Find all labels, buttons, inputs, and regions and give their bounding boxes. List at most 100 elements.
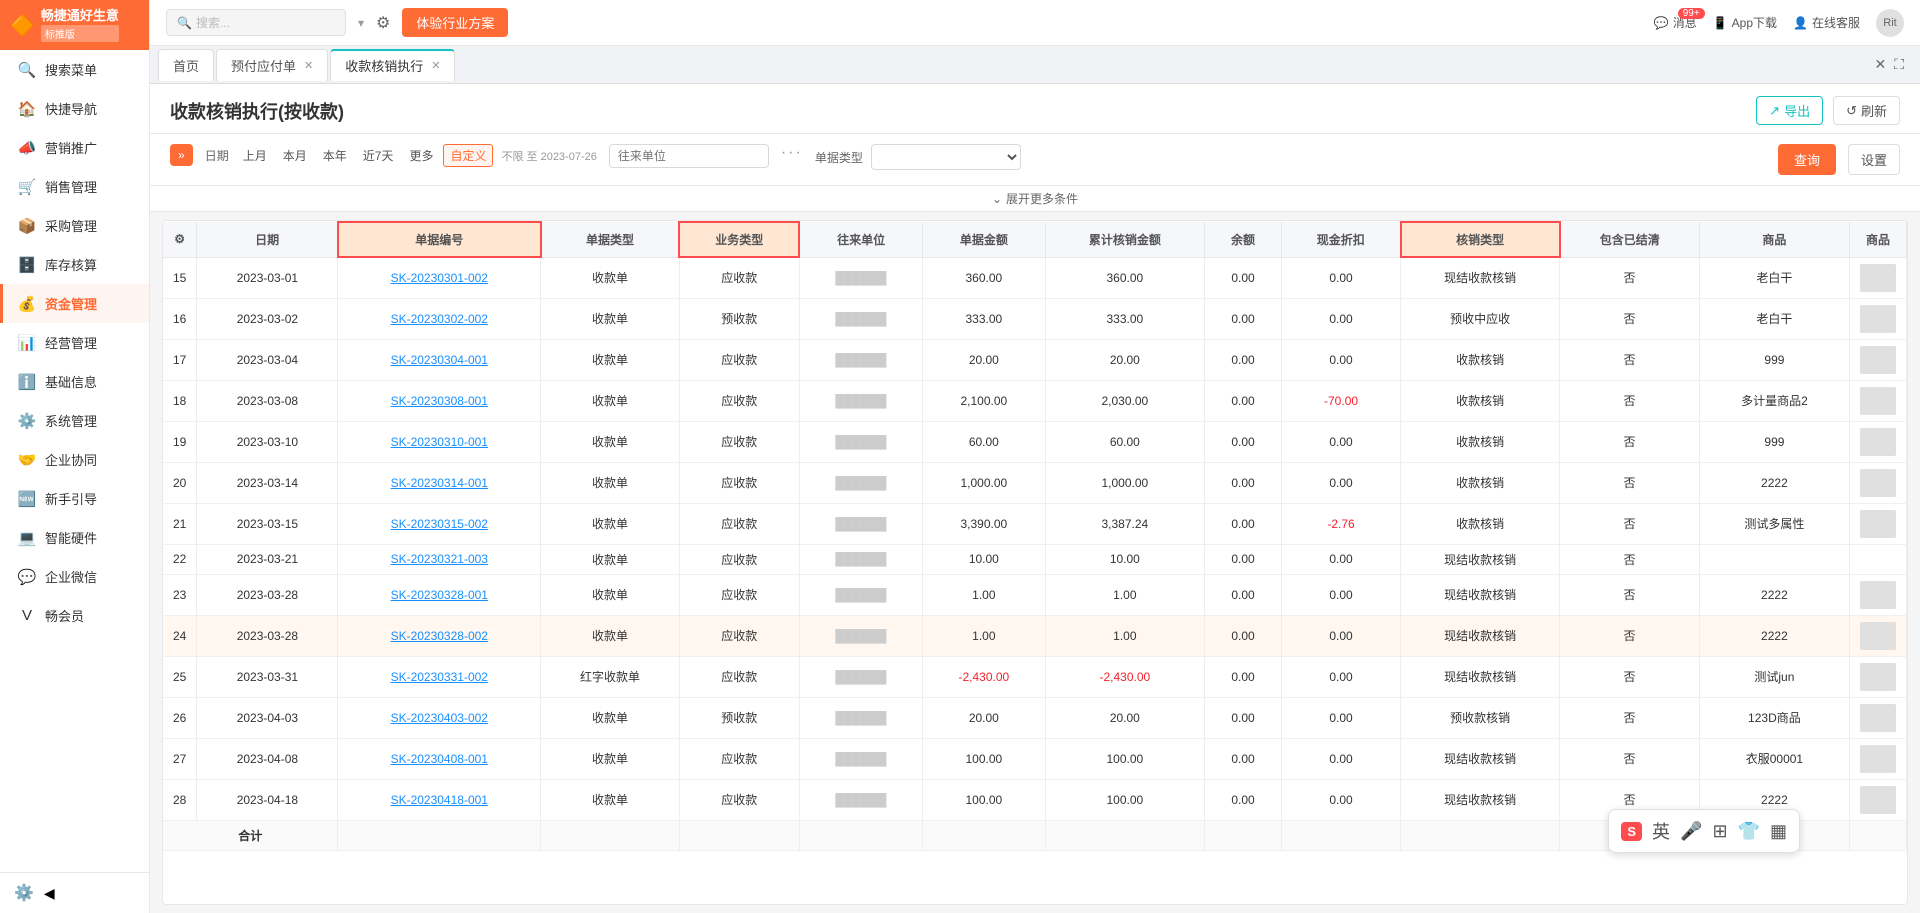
sidebar-item-wechat[interactable]: 💬企业微信 [0,557,149,596]
cell-bill-type: 收款单 [541,462,680,503]
date-btn-7days[interactable]: 近7天 [357,145,400,166]
sidebar-item-basic[interactable]: ℹ️基础信息 [0,362,149,401]
hardware-icon: 💻 [17,529,37,547]
tab-home[interactable]: 首页 [158,49,214,81]
cell-goods: 2222 [1699,462,1849,503]
bill-type-select[interactable] [871,144,1021,170]
sidebar-label-operations: 经营管理 [45,333,97,352]
sidebar-item-inventory[interactable]: 🗄️库存核算 [0,245,149,284]
sidebar-item-member[interactable]: V畅会员 [0,596,149,635]
cell-writeoff-type: 现结收款核销 [1401,257,1560,298]
sidebar-item-search[interactable]: 🔍搜索菜单 [0,50,149,89]
cell-bill-type: 收款单 [541,421,680,462]
date-btn-more[interactable]: 更多 [403,145,439,166]
tab-close-prepay[interactable]: ✕ [304,59,313,72]
cell-include-settled: 否 [1560,503,1700,544]
cell-biz-type: 应收款 [679,380,799,421]
cell-biz-type: 应收款 [679,462,799,503]
floating-icon-text[interactable]: 英 [1652,818,1670,844]
online-support-button[interactable]: 👤 在线客服 [1793,14,1860,31]
collapse-icon[interactable]: ◀ [44,885,55,902]
search-placeholder: 搜索... [196,14,230,31]
topbar-gear-icon[interactable]: ⚙ [376,13,390,33]
date-btn-last-month[interactable]: 上月 [237,145,273,166]
cell-goods2 [1850,380,1907,421]
cell-include-settled: 否 [1560,257,1700,298]
cell-writeoff-type: 现结收款核销 [1401,574,1560,615]
topbar-icons: 💬 消息 99+ 📱 App下载 👤 在线客服 Rit [1654,9,1904,37]
settings-button[interactable]: 设置 [1848,144,1900,175]
member-icon: V [17,607,37,624]
footer-balance [1204,820,1281,850]
footer-counterparty [799,820,922,850]
counterparty-input[interactable] [609,144,769,168]
cell-balance: 0.00 [1204,421,1281,462]
date-btn-custom[interactable]: 自定义 [443,144,493,167]
cell-writeoff-type: 收款核销 [1401,421,1560,462]
floating-icon-shirt[interactable]: 👕 [1738,821,1760,842]
message-button[interactable]: 💬 消息 99+ [1654,14,1697,31]
sidebar-item-guide[interactable]: 🆕新手引导 [0,479,149,518]
filter-toggle-button[interactable]: » [170,144,193,166]
sidebar-item-quicknav[interactable]: 🏠快捷导航 [0,89,149,128]
cell-writeoff-amount: 60.00 [1045,421,1204,462]
sidebar-item-operations[interactable]: 📊经营管理 [0,323,149,362]
user-avatar[interactable]: Rit [1876,9,1904,37]
sidebar-item-system[interactable]: ⚙️系统管理 [0,401,149,440]
cell-writeoff-type: 现结收款核销 [1401,779,1560,820]
cell-goods: 老白干 [1699,257,1849,298]
cell-no: 16 [163,298,197,339]
sidebar-item-sales[interactable]: 🛒销售管理 [0,167,149,206]
refresh-button[interactable]: ↺ 刷新 [1833,96,1900,125]
sidebar-item-collab[interactable]: 🤝企业协同 [0,440,149,479]
cell-include-settled: 否 [1560,544,1700,574]
settings-icon[interactable]: ⚙️ [14,883,34,903]
app-download-button[interactable]: 📱 App下载 [1713,14,1777,31]
date-btn-this-month[interactable]: 本月 [277,145,313,166]
table-wrapper[interactable]: ⚙ 日期 单据编号 单据类型 业务类型 往来单位 单据金额 累计核销金额 余额 … [162,220,1908,905]
sidebar-item-marketing[interactable]: 📣营销推广 [0,128,149,167]
cell-amount: 20.00 [922,339,1045,380]
solution-button[interactable]: 体验行业方案 [402,8,508,37]
sidebar-item-hardware[interactable]: 💻智能硬件 [0,518,149,557]
tab-collect-writeoff[interactable]: 收款核销执行✕ [330,49,455,81]
query-button[interactable]: 查询 [1778,144,1836,175]
cell-bill-type: 收款单 [541,257,680,298]
expand-window-icon[interactable]: ⛶ [1894,56,1904,73]
sidebar-item-finance[interactable]: 💰资金管理 [0,284,149,323]
floating-icon-mic[interactable]: 🎤 [1680,821,1702,842]
cell-counterparty: ██████ [799,697,922,738]
cell-cash-discount: 0.00 [1282,421,1401,462]
quicknav-icon: 🏠 [17,100,37,118]
tab-prepay[interactable]: 预付应付单✕ [216,49,328,81]
cell-amount: 3,390.00 [922,503,1045,544]
cell-counterparty: ██████ [799,421,922,462]
table-row: 27 2023-04-08 SK-20230408-001 收款单 应收款 ██… [163,738,1907,779]
table-row: 22 2023-03-21 SK-20230321-003 收款单 应收款 ██… [163,544,1907,574]
cell-goods2 [1850,421,1907,462]
sidebar-item-purchase[interactable]: 📦采购管理 [0,206,149,245]
cell-goods2 [1850,656,1907,697]
date-btn-this-year[interactable]: 本年 [317,145,353,166]
expand-more-button[interactable]: ⌄ 展开更多条件 [992,190,1078,207]
tab-close-collect-writeoff[interactable]: ✕ [431,59,440,72]
cell-biz-type: 应收款 [679,544,799,574]
export-button[interactable]: ↗ 导出 [1756,96,1823,125]
cell-writeoff-type: 收款核销 [1401,380,1560,421]
floating-icon-apps[interactable]: ▦ [1770,821,1787,842]
cell-counterparty: ██████ [799,574,922,615]
cell-biz-type: 预收款 [679,298,799,339]
cell-counterparty: ██████ [799,779,922,820]
cell-writeoff-type: 现结收款核销 [1401,615,1560,656]
tab-window-controls: ✕ ⛶ [1866,56,1912,73]
cell-counterparty: ██████ [799,503,922,544]
th-gear[interactable]: ⚙ [163,222,197,257]
close-window-icon[interactable]: ✕ [1874,56,1886,73]
cell-goods: 测试jun [1699,656,1849,697]
tabbar: 首页预付应付单✕收款核销执行✕ ✕ ⛶ [150,46,1920,84]
topbar-caret-icon[interactable]: ▾ [358,16,364,30]
cell-cash-discount: 0.00 [1282,615,1401,656]
floating-icon-grid[interactable]: ⊞ [1712,821,1727,842]
cell-amount: 1.00 [922,615,1045,656]
topbar-search[interactable]: 🔍 搜索... [166,9,346,36]
